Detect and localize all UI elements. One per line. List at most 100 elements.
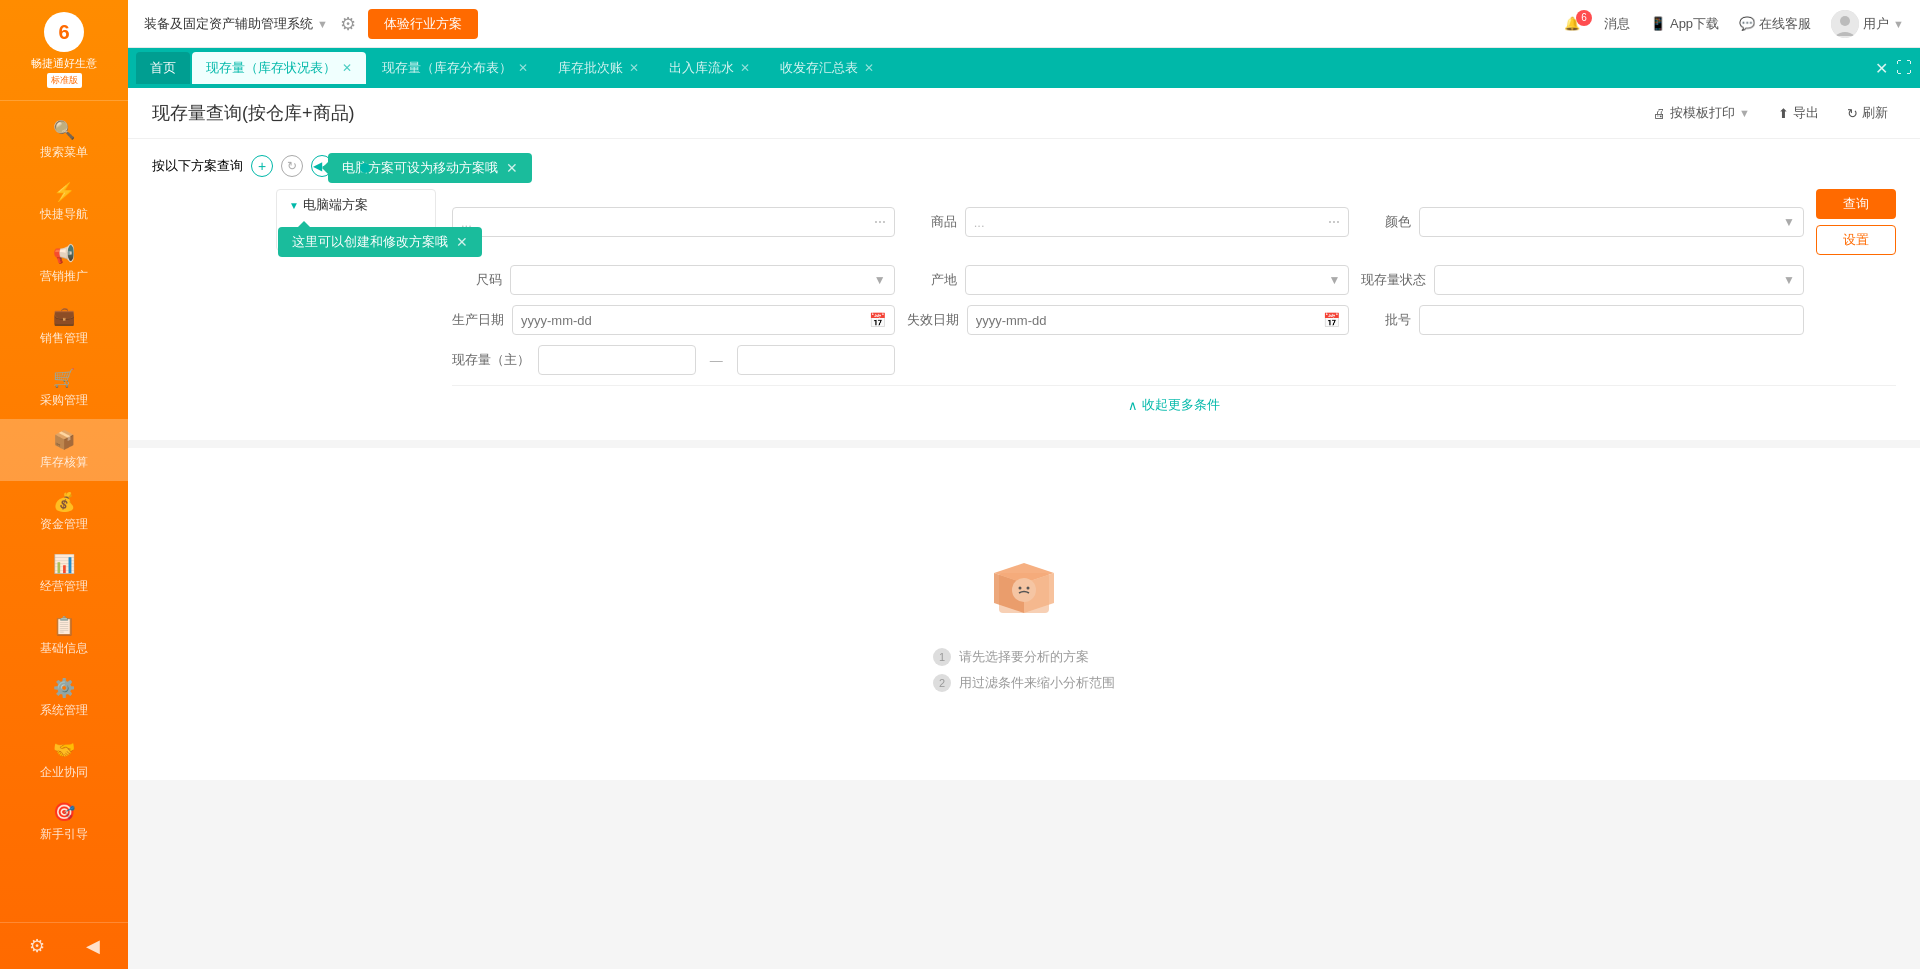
goods-label: 商品 — [907, 213, 957, 231]
stock-main-to-wrap[interactable] — [737, 345, 895, 375]
collapse-sidebar-button[interactable]: ◀ — [86, 935, 100, 957]
production-date-input-wrap[interactable]: 📅 — [512, 305, 895, 335]
sku-select[interactable]: ... ⋯ — [452, 207, 895, 237]
sidebar-item-quick[interactable]: ⚡ 快捷导航 — [0, 171, 128, 233]
collapse-label: 收起更多条件 — [1142, 396, 1220, 414]
sidebar-item-sales[interactable]: 💼 销售管理 — [0, 295, 128, 357]
edit-tooltip-text: 这里可以创建和修改方案哦 — [292, 233, 448, 251]
export-label: 导出 — [1793, 104, 1819, 122]
size-select[interactable]: ▼ — [510, 265, 895, 295]
svg-point-4 — [1019, 587, 1022, 590]
size-select-arrow-icon: ▼ — [874, 273, 886, 287]
purchase-icon: 🛒 — [53, 367, 75, 389]
export-button[interactable]: ⬆ 导出 — [1770, 100, 1827, 126]
tab-close-icon[interactable]: ✕ — [342, 61, 352, 75]
tab-receive-send[interactable]: 收发存汇总表 ✕ — [766, 52, 888, 84]
settings-icon[interactable]: ⚙ — [340, 13, 356, 35]
stock-main-to-input[interactable] — [746, 353, 914, 368]
collapse-bar: ∧ 收起更多条件 — [452, 385, 1896, 424]
sidebar-logo: 6 畅捷通好生意 标准版 — [0, 0, 128, 101]
scheme-tree-pc[interactable]: ▼ 电脑端方案 — [277, 190, 435, 220]
size-label: 尺码 — [452, 271, 502, 289]
goods-placeholder: ... — [974, 215, 985, 230]
sidebar-bottom: ⚙ ◀ — [0, 922, 128, 969]
filter-field-size: 尺码 ▼ — [452, 265, 895, 295]
sidebar-item-search[interactable]: 🔍 搜索菜单 — [0, 109, 128, 171]
tab-batch[interactable]: 库存批次账 ✕ — [544, 52, 653, 84]
sidebar-item-coop[interactable]: 🤝 企业协同 — [0, 729, 128, 791]
filter-field-sku: ... ⋯ — [452, 207, 895, 237]
sidebar-item-system[interactable]: ⚙️ 系统管理 — [0, 667, 128, 729]
refresh-button[interactable]: ↻ 刷新 — [1839, 100, 1896, 126]
stock-main-from-input[interactable] — [547, 353, 715, 368]
origin-select-arrow-icon: ▼ — [1328, 273, 1340, 287]
notice-button[interactable]: 🔔 6 消息 — [1564, 15, 1630, 33]
filter-add-button[interactable]: + — [251, 155, 273, 177]
tab-home[interactable]: 首页 — [136, 52, 190, 84]
user-chevron-icon: ▼ — [1893, 18, 1904, 30]
app-download-button[interactable]: 📱 App下载 — [1650, 15, 1719, 33]
stock-main-from-wrap[interactable] — [538, 345, 696, 375]
system-name-select[interactable]: 装备及固定资产辅助管理系统 ▼ — [144, 15, 328, 33]
scheme-tooltip: 电脑方案可设为移动方案哦 ✕ — [328, 153, 532, 183]
print-button[interactable]: 🖨 按模板打印 ▼ — [1645, 100, 1758, 126]
quick-icon: ⚡ — [53, 181, 75, 203]
sidebar-item-label: 新手引导 — [40, 826, 88, 843]
tab-maximize-icon[interactable]: ⛶ — [1896, 59, 1912, 77]
batch-input-wrap[interactable] — [1419, 305, 1804, 335]
finance-icon: 💰 — [53, 491, 75, 513]
settings-bottom-button[interactable]: ⚙ — [29, 935, 45, 957]
tab-close-icon[interactable]: ✕ — [518, 61, 528, 75]
svg-point-1 — [1840, 16, 1850, 26]
query-button[interactable]: 查询 — [1816, 189, 1896, 219]
tab-stock-status-label: 现存量（库存状况表） — [206, 59, 336, 77]
user-menu[interactable]: 用户 ▼ — [1831, 10, 1904, 38]
hint-text-1: 请先选择要分析的方案 — [959, 648, 1089, 666]
collapse-button[interactable]: ∧ 收起更多条件 — [1116, 392, 1232, 418]
stock-status-arrow-icon: ▼ — [1783, 273, 1795, 287]
expiry-date-input[interactable] — [976, 313, 1324, 328]
reset-button[interactable]: 设置 — [1816, 225, 1896, 255]
tab-inout[interactable]: 出入库流水 ✕ — [655, 52, 764, 84]
production-date-input[interactable] — [521, 313, 869, 328]
sidebar-item-label: 销售管理 — [40, 330, 88, 347]
sidebar-item-operation[interactable]: 📊 经营管理 — [0, 543, 128, 605]
sidebar-item-marketing[interactable]: 📢 营销推广 — [0, 233, 128, 295]
print-label: 按模板打印 — [1670, 104, 1735, 122]
sidebar-item-finance[interactable]: 💰 资金管理 — [0, 481, 128, 543]
tab-stock-dist[interactable]: 现存量（库存分布表） ✕ — [368, 52, 542, 84]
sidebar-item-purchase[interactable]: 🛒 采购管理 — [0, 357, 128, 419]
filter-section: 按以下方案查询 + ↻ ◀◀ 电脑方案可设为移动方案哦 ✕ ▼ 电脑端方案 — [128, 139, 1920, 440]
tab-close-icon[interactable]: ✕ — [629, 61, 639, 75]
tab-stock-status[interactable]: 现存量（库存状况表） ✕ — [192, 52, 366, 84]
filter-field-color: 颜色 ▼ — [1361, 207, 1804, 237]
online-support-button[interactable]: 💬 在线客服 — [1739, 15, 1811, 33]
tab-close-all-icon[interactable]: ✕ — [1875, 59, 1888, 78]
page-actions: 🖨 按模板打印 ▼ ⬆ 导出 ↻ 刷新 — [1645, 100, 1896, 126]
sidebar-item-label: 资金管理 — [40, 516, 88, 533]
sidebar-item-guide[interactable]: 🎯 新手引导 — [0, 791, 128, 853]
expiry-date-label: 失效日期 — [907, 311, 959, 329]
filter-field-origin: 产地 ▼ — [907, 265, 1350, 295]
edit-tooltip-close[interactable]: ✕ — [456, 234, 468, 250]
origin-select[interactable]: ▼ — [965, 265, 1350, 295]
svg-point-3 — [1012, 578, 1036, 602]
tab-close-icon[interactable]: ✕ — [864, 61, 874, 75]
color-select[interactable]: ▼ — [1419, 207, 1804, 237]
scheme-tooltip-close[interactable]: ✕ — [506, 160, 518, 176]
tab-stock-dist-label: 现存量（库存分布表） — [382, 59, 512, 77]
hint-num-2: 2 — [933, 674, 951, 692]
query-btn-area: 查询 设置 — [1816, 189, 1896, 255]
system-name-text: 装备及固定资产辅助管理系统 — [144, 15, 313, 33]
tab-close-icon[interactable]: ✕ — [740, 61, 750, 75]
sidebar-item-basic[interactable]: 📋 基础信息 — [0, 605, 128, 667]
trial-button[interactable]: 体验行业方案 — [368, 9, 478, 39]
expiry-date-input-wrap[interactable]: 📅 — [967, 305, 1350, 335]
sidebar-item-inventory[interactable]: 📦 库存核算 — [0, 419, 128, 481]
filter-field-goods: 商品 ... ⋯ — [907, 207, 1350, 237]
stock-status-select[interactable]: ▼ — [1434, 265, 1804, 295]
batch-input[interactable] — [1428, 313, 1795, 328]
filter-refresh-button[interactable]: ↻ — [281, 155, 303, 177]
user-avatar-image — [1831, 10, 1859, 38]
goods-select[interactable]: ... ⋯ — [965, 207, 1350, 237]
